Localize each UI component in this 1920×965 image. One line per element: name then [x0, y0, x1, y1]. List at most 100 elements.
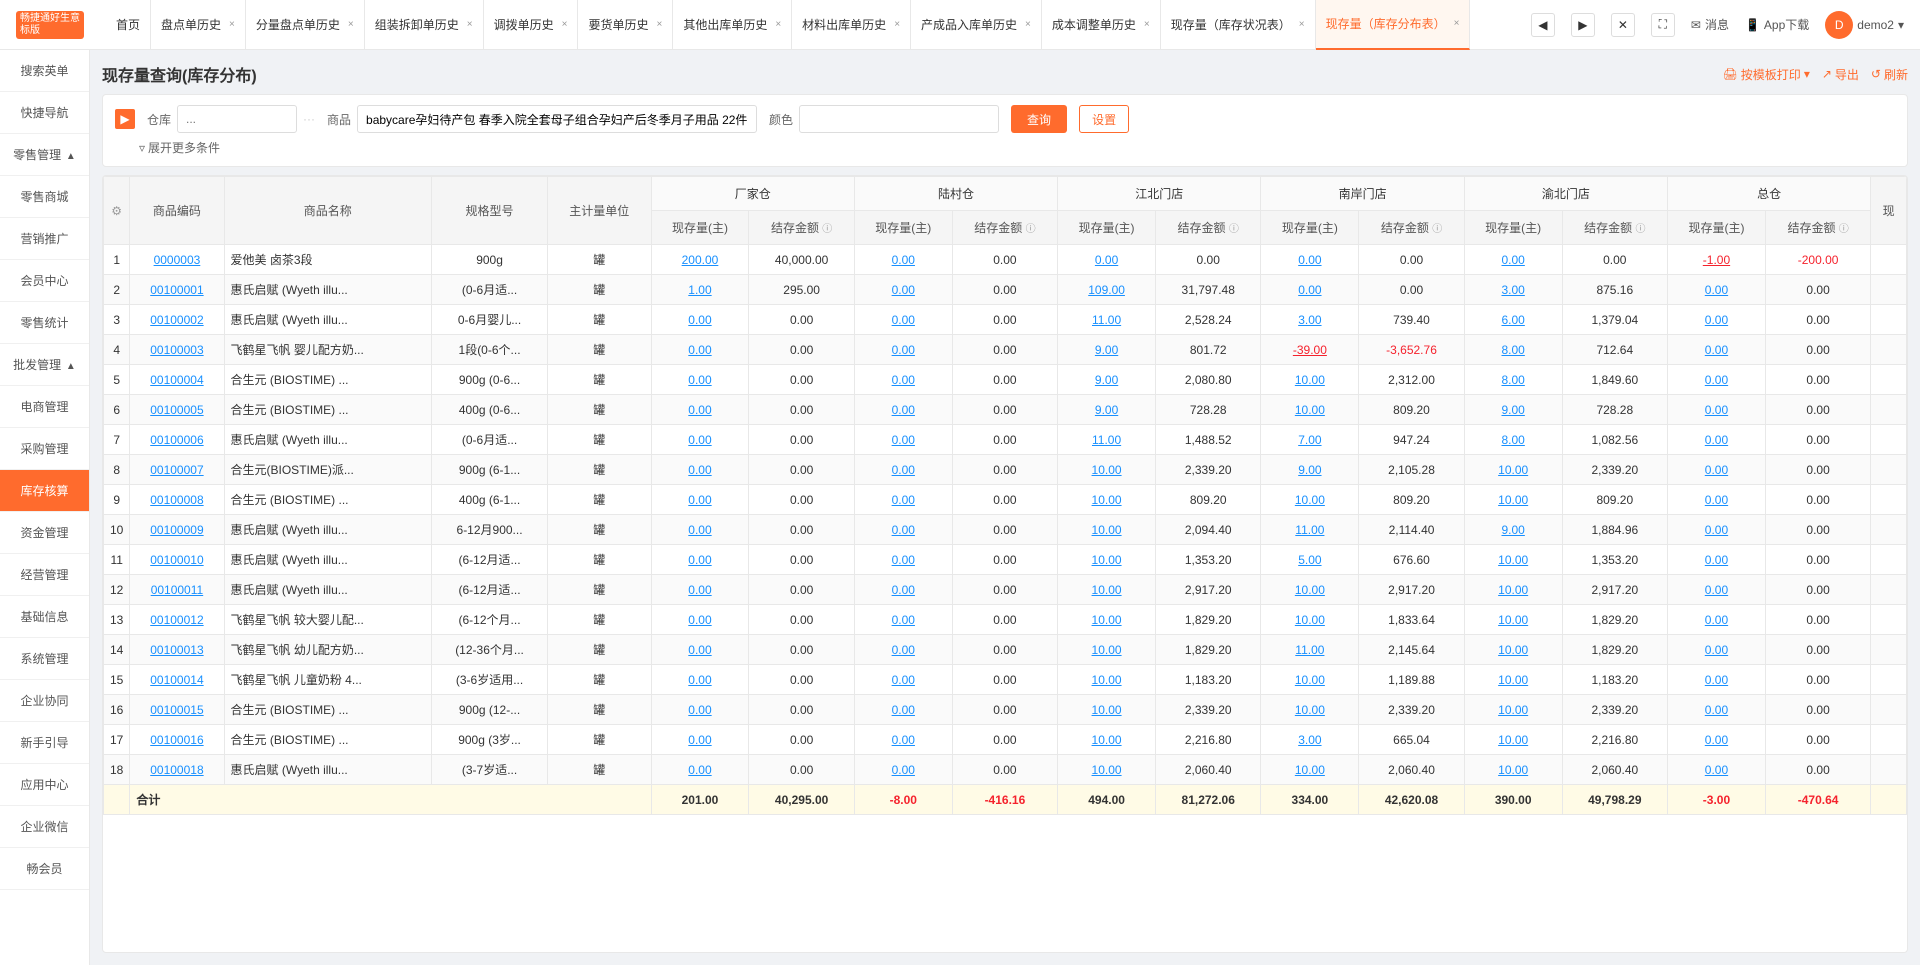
td-code[interactable]: 00100002 — [130, 305, 224, 335]
td-changjiacao-qty[interactable]: 0.00 — [651, 425, 749, 455]
tab-8[interactable]: 产成品入库单历史× — [911, 0, 1042, 50]
td-total-qty[interactable]: 0.00 — [1668, 425, 1766, 455]
td-nanan-qty[interactable]: 10.00 — [1261, 755, 1359, 785]
td-total-qty[interactable]: 0.00 — [1668, 515, 1766, 545]
td-yubei-qty[interactable]: 0.00 — [1464, 245, 1562, 275]
td-lucun-qty[interactable]: 0.00 — [854, 575, 952, 605]
td-code[interactable]: 00100018 — [130, 755, 224, 785]
td-changjiacao-qty[interactable]: 0.00 — [651, 575, 749, 605]
nav-expand-btn[interactable]: ⛶ — [1651, 13, 1675, 37]
sidebar-item-2[interactable]: 零售管理 ▲ — [0, 134, 89, 176]
sidebar-item-18[interactable]: 企业微信 — [0, 806, 89, 848]
td-code[interactable]: 00100006 — [130, 425, 224, 455]
td-code[interactable]: 00100012 — [130, 605, 224, 635]
td-nanan-qty[interactable]: 10.00 — [1261, 605, 1359, 635]
td-code[interactable]: 00100010 — [130, 545, 224, 575]
td-yubei-qty[interactable]: 10.00 — [1464, 575, 1562, 605]
td-changjiacao-qty[interactable]: 200.00 — [651, 245, 749, 275]
td-yubei-qty[interactable]: 9.00 — [1464, 395, 1562, 425]
sidebar-item-12[interactable]: 经营管理 — [0, 554, 89, 596]
td-total-qty[interactable]: 0.00 — [1668, 305, 1766, 335]
td-lucun-qty[interactable]: 0.00 — [854, 395, 952, 425]
sidebar-item-10[interactable]: 库存核算 — [0, 470, 89, 512]
product-input[interactable] — [357, 105, 757, 133]
tab-close-btn-4[interactable]: × — [562, 19, 568, 30]
td-jiangbei-qty[interactable]: 0.00 — [1058, 245, 1156, 275]
td-code[interactable]: 00100016 — [130, 725, 224, 755]
tab-close-btn-8[interactable]: × — [1025, 19, 1031, 30]
td-changjiacao-qty[interactable]: 0.00 — [651, 485, 749, 515]
td-yubei-qty[interactable]: 6.00 — [1464, 305, 1562, 335]
td-changjiacao-qty[interactable]: 0.00 — [651, 335, 749, 365]
td-total-qty[interactable]: -1.00 — [1668, 245, 1766, 275]
color-input[interactable] — [799, 105, 999, 133]
td-nanan-qty[interactable]: 9.00 — [1261, 455, 1359, 485]
sidebar-item-8[interactable]: 电商管理 — [0, 386, 89, 428]
td-lucun-qty[interactable]: 0.00 — [854, 305, 952, 335]
td-total-qty[interactable]: 0.00 — [1668, 725, 1766, 755]
tab-0[interactable]: 首页 — [106, 0, 151, 50]
td-yubei-qty[interactable]: 10.00 — [1464, 755, 1562, 785]
td-yubei-qty[interactable]: 8.00 — [1464, 425, 1562, 455]
td-yubei-qty[interactable]: 10.00 — [1464, 485, 1562, 515]
tab-close-btn-3[interactable]: × — [467, 19, 473, 30]
sidebar-item-14[interactable]: 系统管理 — [0, 638, 89, 680]
td-lucun-qty[interactable]: 0.00 — [854, 755, 952, 785]
td-jiangbei-qty[interactable]: 9.00 — [1058, 395, 1156, 425]
td-total-qty[interactable]: 0.00 — [1668, 545, 1766, 575]
warehouse-input[interactable] — [177, 105, 297, 133]
sidebar-item-17[interactable]: 应用中心 — [0, 764, 89, 806]
message-btn[interactable]: ✉ 消息 — [1691, 16, 1729, 33]
sidebar-item-9[interactable]: 采购管理 — [0, 428, 89, 470]
td-total-qty[interactable]: 0.00 — [1668, 365, 1766, 395]
td-total-qty[interactable]: 0.00 — [1668, 605, 1766, 635]
td-lucun-qty[interactable]: 0.00 — [854, 275, 952, 305]
td-yubei-qty[interactable]: 10.00 — [1464, 635, 1562, 665]
sidebar-item-13[interactable]: 基础信息 — [0, 596, 89, 638]
td-yubei-qty[interactable]: 10.00 — [1464, 725, 1562, 755]
td-changjiacao-qty[interactable]: 0.00 — [651, 515, 749, 545]
tab-6[interactable]: 其他出库单历史× — [673, 0, 792, 50]
td-total-qty[interactable]: 0.00 — [1668, 485, 1766, 515]
td-jiangbei-qty[interactable]: 10.00 — [1058, 485, 1156, 515]
query-button[interactable]: 查询 — [1011, 105, 1067, 133]
td-lucun-qty[interactable]: 0.00 — [854, 485, 952, 515]
td-yubei-qty[interactable]: 8.00 — [1464, 335, 1562, 365]
nav-close-btn[interactable]: ✕ — [1611, 13, 1635, 37]
td-nanan-qty[interactable]: 10.00 — [1261, 665, 1359, 695]
tab-close-btn-7[interactable]: × — [894, 19, 900, 30]
tab-close-btn-1[interactable]: × — [229, 19, 235, 30]
td-jiangbei-qty[interactable]: 10.00 — [1058, 725, 1156, 755]
td-lucun-qty[interactable]: 0.00 — [854, 635, 952, 665]
td-total-qty[interactable]: 0.00 — [1668, 695, 1766, 725]
info-icon3[interactable]: ⓘ — [1229, 224, 1239, 235]
td-changjiacao-qty[interactable]: 0.00 — [651, 305, 749, 335]
td-nanan-qty[interactable]: 10.00 — [1261, 395, 1359, 425]
tab-9[interactable]: 成本调整单历史× — [1042, 0, 1161, 50]
sidebar-item-11[interactable]: 资金管理 — [0, 512, 89, 554]
td-jiangbei-qty[interactable]: 109.00 — [1058, 275, 1156, 305]
td-total-qty[interactable]: 0.00 — [1668, 635, 1766, 665]
td-changjiacao-qty[interactable]: 0.00 — [651, 365, 749, 395]
td-changjiacao-qty[interactable]: 0.00 — [651, 545, 749, 575]
td-jiangbei-qty[interactable]: 10.00 — [1058, 755, 1156, 785]
td-changjiacao-qty[interactable]: 0.00 — [651, 725, 749, 755]
td-nanan-qty[interactable]: 11.00 — [1261, 635, 1359, 665]
td-yubei-qty[interactable]: 10.00 — [1464, 605, 1562, 635]
td-lucun-qty[interactable]: 0.00 — [854, 335, 952, 365]
td-jiangbei-qty[interactable]: 11.00 — [1058, 425, 1156, 455]
settings-button[interactable]: 设置 — [1079, 105, 1129, 133]
td-jiangbei-qty[interactable]: 10.00 — [1058, 665, 1156, 695]
tab-close-btn-11[interactable]: × — [1454, 18, 1460, 29]
refresh-btn[interactable]: ↺ 刷新 — [1871, 66, 1908, 83]
nav-next-btn[interactable]: ▶ — [1571, 13, 1595, 37]
td-code[interactable]: 00100007 — [130, 455, 224, 485]
td-code[interactable]: 00100004 — [130, 365, 224, 395]
td-yubei-qty[interactable]: 8.00 — [1464, 365, 1562, 395]
td-yubei-qty[interactable]: 9.00 — [1464, 515, 1562, 545]
td-yubei-qty[interactable]: 10.00 — [1464, 545, 1562, 575]
sidebar-item-7[interactable]: 批发管理 ▲ — [0, 344, 89, 386]
td-lucun-qty[interactable]: 0.00 — [854, 545, 952, 575]
sidebar-item-0[interactable]: 搜索英单 — [0, 50, 89, 92]
td-lucun-qty[interactable]: 0.00 — [854, 425, 952, 455]
